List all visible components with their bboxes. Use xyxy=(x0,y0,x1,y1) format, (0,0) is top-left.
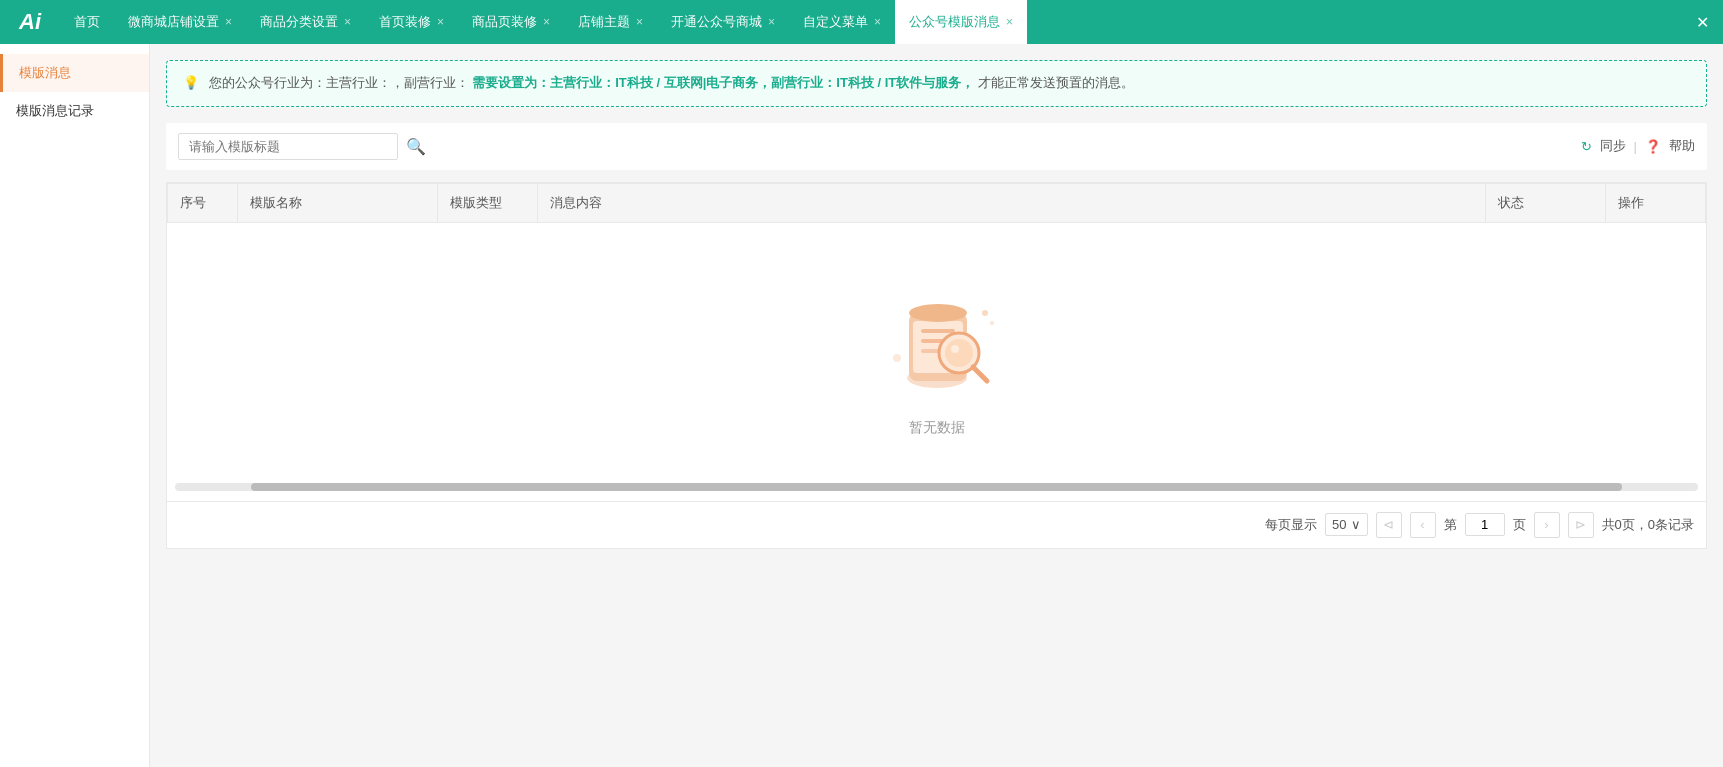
svg-point-8 xyxy=(945,339,973,367)
first-page-button[interactable]: ⊲ xyxy=(1376,512,1402,538)
page-prefix-label: 第 xyxy=(1444,516,1457,534)
nav-label-openstore: 开通公众号商城 xyxy=(671,13,762,31)
scrollbar-track xyxy=(175,483,1698,491)
sidebar-label-template: 模版消息 xyxy=(19,65,71,80)
notice-text-suffix: 才能正常发送预置的消息。 xyxy=(978,75,1134,90)
nav-close-category[interactable]: × xyxy=(344,15,351,29)
notice-box: 💡 您的公众号行业为：主营行业：，副营行业： 需要设置为：主营行业：IT科技 /… xyxy=(166,60,1707,107)
col-status: 状态 xyxy=(1486,183,1606,222)
page-number-input[interactable] xyxy=(1465,513,1505,536)
nav-item-homepage[interactable]: 首页装修 × xyxy=(365,0,458,44)
prev-page-button[interactable]: ‹ xyxy=(1410,512,1436,538)
col-name: 模版名称 xyxy=(238,183,438,222)
nav-label-custommenu: 自定义菜单 xyxy=(803,13,868,31)
total-label: 共0页，0条记录 xyxy=(1602,516,1694,534)
svg-line-9 xyxy=(973,367,987,381)
close-all-tabs-button[interactable]: ✕ xyxy=(1682,13,1723,32)
nav-close-productpage[interactable]: × xyxy=(543,15,550,29)
nav-label-weshop: 微商城店铺设置 xyxy=(128,13,219,31)
sidebar-item-template-record[interactable]: 模版消息记录 xyxy=(0,92,149,130)
nav-label-home: 首页 xyxy=(74,13,100,31)
col-index: 序号 xyxy=(168,183,238,222)
scrollbar-thumb xyxy=(251,483,1622,491)
empty-svg-icon xyxy=(877,283,1007,413)
nav-item-templatemsg[interactable]: 公众号模版消息 × xyxy=(895,0,1027,44)
svg-point-11 xyxy=(982,310,988,316)
divider: | xyxy=(1634,139,1637,154)
sidebar: 模版消息 模版消息记录 xyxy=(0,44,150,767)
pagination-bar: 每页显示 50 ∨ ⊲ ‹ 第 页 › ⊳ 共0页，0条记录 xyxy=(167,501,1706,548)
nav-item-weshop[interactable]: 微商城店铺设置 × xyxy=(114,0,246,44)
page-size-value: 50 xyxy=(1332,517,1346,532)
help-icon: ❓ xyxy=(1645,139,1661,154)
content-area: 💡 您的公众号行业为：主营行业：，副营行业： 需要设置为：主营行业：IT科技 /… xyxy=(150,44,1723,767)
nav-item-custommenu[interactable]: 自定义菜单 × xyxy=(789,0,895,44)
nav-close-custommenu[interactable]: × xyxy=(874,15,881,29)
top-navigation: Ai 首页 微商城店铺设置 × 商品分类设置 × 首页装修 × 商品页装修 × … xyxy=(0,0,1723,44)
sync-icon: ↻ xyxy=(1581,139,1592,154)
sidebar-label-template-record: 模版消息记录 xyxy=(16,103,94,118)
search-bar: 🔍 ↻ 同步 | ❓ 帮助 xyxy=(166,123,1707,170)
search-icon: 🔍 xyxy=(406,138,426,155)
search-input[interactable] xyxy=(178,133,398,160)
nav-label-theme: 店铺主题 xyxy=(578,13,630,31)
sync-button[interactable]: 同步 xyxy=(1600,137,1626,155)
nav-item-productpage[interactable]: 商品页装修 × xyxy=(458,0,564,44)
page-suffix-label: 页 xyxy=(1513,516,1526,534)
col-type: 模版类型 xyxy=(438,183,538,222)
nav-close-templatemsg[interactable]: × xyxy=(1006,15,1013,29)
svg-point-3 xyxy=(909,304,967,322)
svg-point-12 xyxy=(990,321,994,325)
empty-state: 暂无数据 xyxy=(168,223,1706,477)
nav-close-weshop[interactable]: × xyxy=(225,15,232,29)
page-size-dropdown-icon: ∨ xyxy=(1351,517,1361,532)
empty-illustration xyxy=(877,283,997,403)
page-size-select[interactable]: 50 ∨ xyxy=(1325,513,1367,536)
data-table: 序号 模版名称 模版类型 消息内容 状态 操作 xyxy=(167,183,1706,477)
svg-rect-4 xyxy=(921,329,955,333)
notice-text-prefix: 您的公众号行业为：主营行业：，副营行业： xyxy=(209,75,469,90)
nav-label-homepage: 首页装修 xyxy=(379,13,431,31)
search-right: ↻ 同步 | ❓ 帮助 xyxy=(1581,137,1695,155)
nav-close-theme[interactable]: × xyxy=(636,15,643,29)
nav-label-productpage: 商品页装修 xyxy=(472,13,537,31)
app-logo: Ai xyxy=(0,0,60,44)
last-page-button[interactable]: ⊳ xyxy=(1568,512,1594,538)
sidebar-item-template[interactable]: 模版消息 xyxy=(0,54,149,92)
col-action: 操作 xyxy=(1606,183,1706,222)
notice-icon: 💡 xyxy=(183,75,199,90)
table-header-row: 序号 模版名称 模版类型 消息内容 状态 操作 xyxy=(168,183,1706,222)
help-button[interactable]: 帮助 xyxy=(1669,137,1695,155)
nav-close-openstore[interactable]: × xyxy=(768,15,775,29)
nav-label-category: 商品分类设置 xyxy=(260,13,338,31)
notice-highlight-text: 需要设置为：主营行业：IT科技 / 互联网|电子商务，副营行业：IT科技 / I… xyxy=(472,75,974,90)
empty-state-row: 暂无数据 xyxy=(168,222,1706,477)
horizontal-scrollbar[interactable] xyxy=(167,477,1706,501)
next-page-button[interactable]: › xyxy=(1534,512,1560,538)
nav-item-home[interactable]: 首页 xyxy=(60,0,114,44)
svg-point-10 xyxy=(951,345,959,353)
svg-point-13 xyxy=(893,354,901,362)
search-button[interactable]: 🔍 xyxy=(406,137,426,156)
search-left: 🔍 xyxy=(178,133,426,160)
main-layout: 模版消息 模版消息记录 💡 您的公众号行业为：主营行业：，副营行业： 需要设置为… xyxy=(0,44,1723,767)
empty-text: 暂无数据 xyxy=(168,419,1706,437)
page-size-label: 每页显示 xyxy=(1265,516,1317,534)
nav-close-homepage[interactable]: × xyxy=(437,15,444,29)
col-content: 消息内容 xyxy=(538,183,1486,222)
nav-item-category[interactable]: 商品分类设置 × xyxy=(246,0,365,44)
data-table-wrapper: 序号 模版名称 模版类型 消息内容 状态 操作 xyxy=(166,182,1707,549)
nav-label-templatemsg: 公众号模版消息 xyxy=(909,13,1000,31)
nav-item-openstore[interactable]: 开通公众号商城 × xyxy=(657,0,789,44)
nav-item-theme[interactable]: 店铺主题 × xyxy=(564,0,657,44)
